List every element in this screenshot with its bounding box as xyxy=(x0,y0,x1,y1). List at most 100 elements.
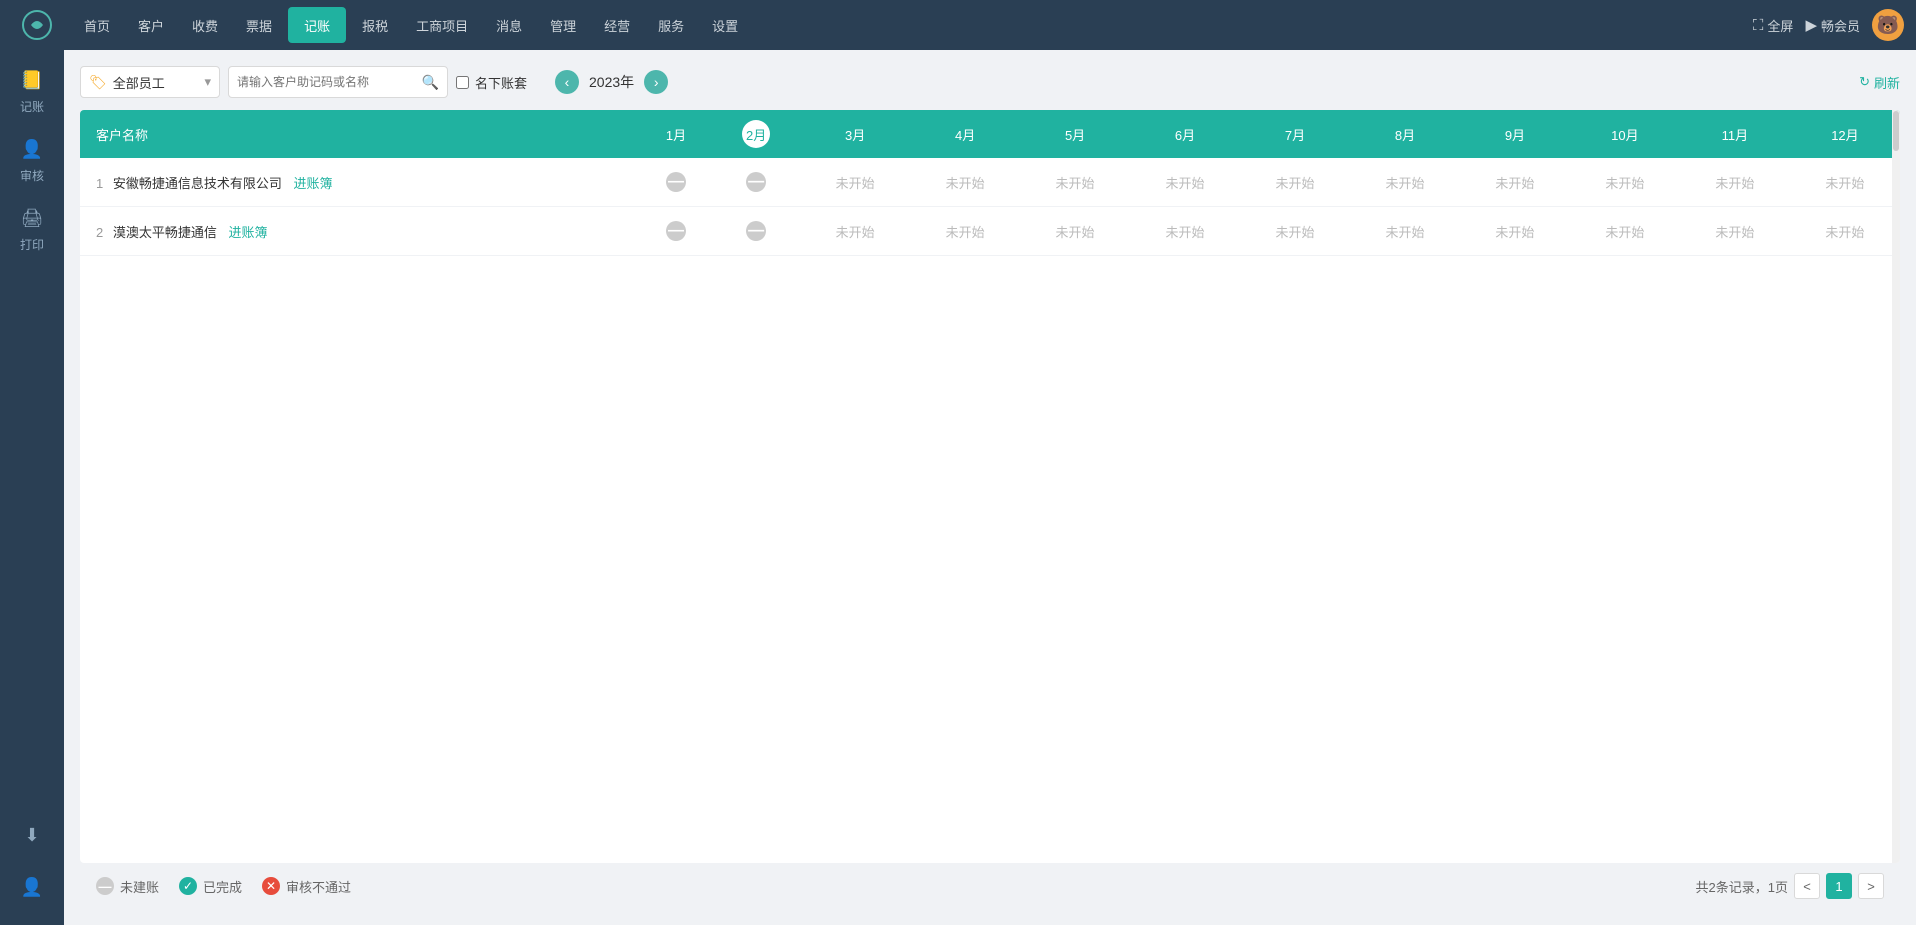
enter-link[interactable]: 进账簿 xyxy=(294,176,333,191)
month-cell-7: 未开始 xyxy=(1240,207,1350,256)
month-cell-11: 未开始 xyxy=(1680,158,1790,207)
col-jul: 7月 xyxy=(1240,110,1350,158)
month-cell-2: — xyxy=(712,207,800,256)
month-cell-5: 未开始 xyxy=(1020,207,1130,256)
col-sep: 9月 xyxy=(1460,110,1570,158)
legend-completed: ✓ 已完成 xyxy=(179,877,242,896)
nav-customer[interactable]: 客户 xyxy=(124,0,178,50)
scrollbar-thumb[interactable] xyxy=(1893,111,1899,151)
refresh-button[interactable]: ↻ 刷新 xyxy=(1859,73,1900,92)
chevron-down-icon: ▾ xyxy=(204,74,211,90)
app-logo[interactable] xyxy=(12,9,62,41)
page-next-button[interactable]: > xyxy=(1858,873,1884,899)
completed-icon: ✓ xyxy=(179,877,197,895)
search-icon[interactable]: 🔍 xyxy=(422,74,439,91)
sidebar-download[interactable]: ⬇ xyxy=(2,813,62,857)
col-may: 5月 xyxy=(1020,110,1130,158)
not-started-text: 未开始 xyxy=(1605,225,1644,240)
my-accounts-filter[interactable]: 名下账套 xyxy=(456,73,527,92)
not-started-text: 未开始 xyxy=(1056,225,1095,240)
year-next-button[interactable]: › xyxy=(644,70,668,94)
month-cell-11: 未开始 xyxy=(1680,207,1790,256)
scrollbar-track[interactable] xyxy=(1892,110,1900,863)
customer-name: 安徽畅捷通信息技术有限公司 xyxy=(113,176,282,191)
top-navigation: 首页 客户 收费 票据 记账 报税 工商项目 消息 管理 经营 服务 设置 ⛶ … xyxy=(0,0,1916,50)
accounting-icon: 📒 xyxy=(18,66,46,94)
not-started-dash-icon: — xyxy=(666,221,686,241)
toolbar: 🏷 全部员工 ▾ 🔍 名下账套 ‹ 2023年 › ↻ 刷新 xyxy=(80,66,1900,98)
month-cell-1: — xyxy=(640,207,712,256)
nav-items: 首页 客户 收费 票据 记账 报税 工商项目 消息 管理 经营 服务 设置 xyxy=(70,0,1753,50)
print-icon: 🖨 xyxy=(18,204,46,232)
month-cell-12: 未开始 xyxy=(1790,158,1900,207)
nav-service[interactable]: 服务 xyxy=(644,0,698,50)
refresh-label: 刷新 xyxy=(1874,73,1900,92)
enter-link[interactable]: 进账簿 xyxy=(229,225,268,240)
logo-icon xyxy=(21,9,53,41)
sidebar-item-review[interactable]: 👤 审核 xyxy=(2,127,62,192)
month-cell-6: 未开始 xyxy=(1130,158,1240,207)
month-cell-4: 未开始 xyxy=(910,158,1020,207)
not-started-text: 未开始 xyxy=(1495,176,1534,191)
month-cell-10: 未开始 xyxy=(1570,158,1680,207)
user-avatar[interactable]: 🐻 xyxy=(1872,9,1904,41)
not-started-dash-icon: — xyxy=(746,221,766,241)
my-accounts-label: 名下账套 xyxy=(475,73,527,92)
sidebar-item-print[interactable]: 🖨 打印 xyxy=(2,196,62,261)
my-accounts-checkbox[interactable] xyxy=(456,76,469,89)
vip-icon: ▶ xyxy=(1805,16,1817,34)
employee-select[interactable]: 🏷 全部员工 ▾ xyxy=(80,66,220,98)
nav-message[interactable]: 消息 xyxy=(482,0,536,50)
month-cell-10: 未开始 xyxy=(1570,207,1680,256)
page-prev-button[interactable]: < xyxy=(1794,873,1820,899)
nav-tax[interactable]: 报税 xyxy=(348,0,402,50)
month-cell-6: 未开始 xyxy=(1130,207,1240,256)
month-cell-8: 未开始 xyxy=(1350,158,1460,207)
nav-settings[interactable]: 设置 xyxy=(698,0,752,50)
fullscreen-button[interactable]: ⛶ 全屏 xyxy=(1753,16,1794,35)
total-records: 共2条记录，1页 xyxy=(1696,877,1788,896)
nav-invoice[interactable]: 票据 xyxy=(232,0,286,50)
nav-operations[interactable]: 经营 xyxy=(590,0,644,50)
nav-manage[interactable]: 管理 xyxy=(536,0,590,50)
year-prev-button[interactable]: ‹ xyxy=(555,70,579,94)
col-dec: 12月 xyxy=(1790,110,1900,158)
not-started-text: 未开始 xyxy=(836,176,875,191)
not-started-text: 未开始 xyxy=(1166,225,1205,240)
col-mar: 3月 xyxy=(800,110,910,158)
not-started-text: 未开始 xyxy=(1825,225,1864,240)
col-customer-name: 客户名称 xyxy=(80,110,640,158)
not-started-text: 未开始 xyxy=(1715,176,1754,191)
nav-business[interactable]: 工商项目 xyxy=(402,0,482,50)
sidebar-print-label: 打印 xyxy=(20,236,44,253)
table-row: 1 安徽畅捷通信息技术有限公司 进账簿 — — 未开始 未开始 未开始 未开始 未开始 未开始… xyxy=(80,158,1900,207)
sidebar-user[interactable]: 👤 xyxy=(2,865,62,909)
not-started-dash-icon: — xyxy=(746,172,766,192)
vip-button[interactable]: ▶ 畅会员 xyxy=(1805,16,1860,35)
search-input[interactable] xyxy=(237,75,416,89)
month-cell-8: 未开始 xyxy=(1350,207,1460,256)
nav-home[interactable]: 首页 xyxy=(70,0,124,50)
row-index: 2 xyxy=(96,225,103,240)
not-started-text: 未开始 xyxy=(836,225,875,240)
not-started-text: 未开始 xyxy=(1825,176,1864,191)
month-cell-1: — xyxy=(640,158,712,207)
col-apr: 4月 xyxy=(910,110,1020,158)
not-started-text: 未开始 xyxy=(1275,176,1314,191)
col-oct: 10月 xyxy=(1570,110,1680,158)
month-cell-3: 未开始 xyxy=(800,158,910,207)
month-cell-9: 未开始 xyxy=(1460,158,1570,207)
sidebar-item-accounting[interactable]: 📒 记账 xyxy=(2,58,62,123)
nav-billing[interactable]: 收费 xyxy=(178,0,232,50)
not-started-text: 未开始 xyxy=(1275,225,1314,240)
nav-accounting[interactable]: 记账 xyxy=(288,7,346,43)
month-cell-7: 未开始 xyxy=(1240,158,1350,207)
row-index: 1 xyxy=(96,176,103,191)
refresh-icon: ↻ xyxy=(1859,74,1870,90)
year-navigation: ‹ 2023年 › xyxy=(555,70,668,94)
month-cell-12: 未开始 xyxy=(1790,207,1900,256)
not-started-text: 未开始 xyxy=(946,225,985,240)
page-current-button[interactable]: 1 xyxy=(1826,873,1852,899)
not-started-text: 未开始 xyxy=(1056,176,1095,191)
sidebar: 📒 记账 👤 审核 🖨 打印 ⬇ 👤 xyxy=(0,50,64,925)
